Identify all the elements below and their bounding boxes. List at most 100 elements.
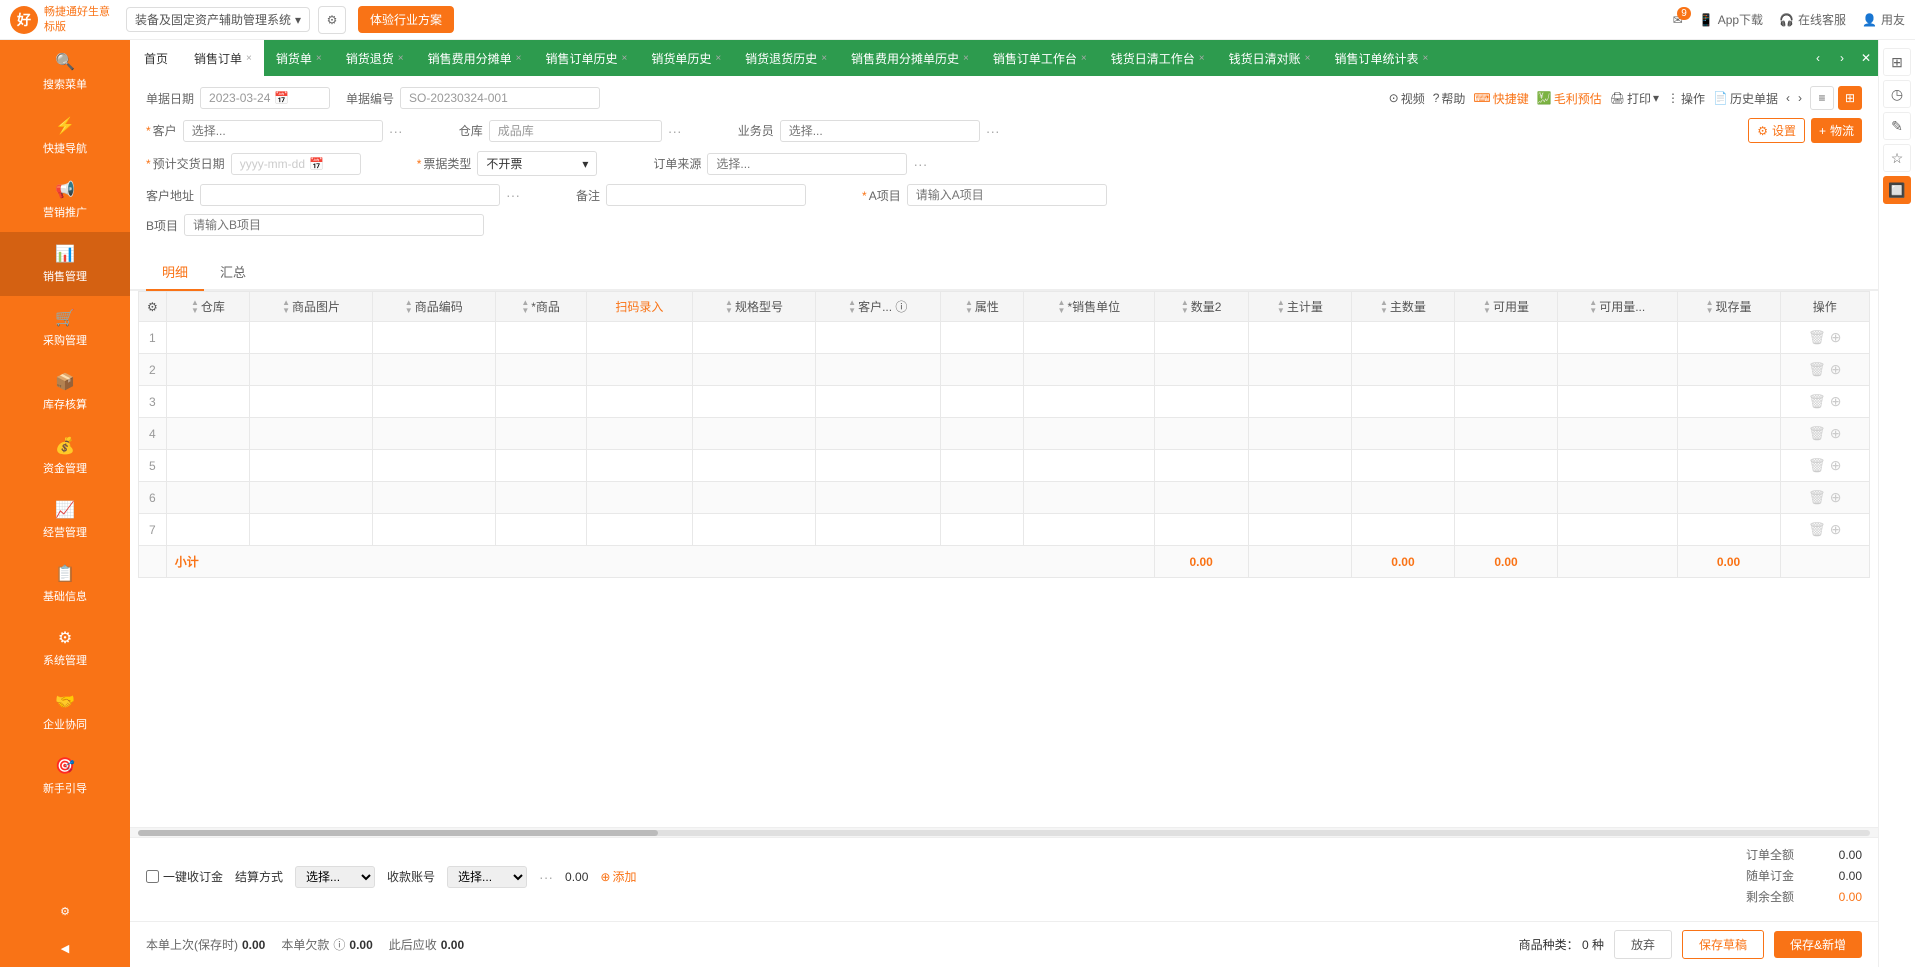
salesperson-dots-btn[interactable]: ··· [986, 123, 1000, 139]
delete-row-icon[interactable]: 🗑 [1808, 521, 1826, 537]
order-source-dots-btn[interactable]: ··· [913, 156, 927, 172]
panel-icon-3[interactable]: ✎ [1883, 112, 1911, 140]
industry-button[interactable]: 体验行业方案 [358, 6, 454, 33]
horizontal-scrollbar[interactable] [130, 827, 1878, 837]
nav-prev-arrow[interactable]: ‹ [1806, 40, 1830, 76]
copy-row-icon[interactable]: ⊕ [1830, 393, 1842, 409]
customer-addr-input[interactable] [200, 184, 500, 206]
scrollbar-thumb[interactable] [138, 830, 658, 836]
sidebar-item-enterprise[interactable]: 🤝 企业协同 [0, 680, 130, 744]
note-input[interactable] [606, 184, 806, 206]
delete-row-icon[interactable]: 🗑 [1808, 393, 1826, 409]
print-btn[interactable]: 🖨 打印 ▾ [1610, 86, 1659, 110]
sidebar-settings-bottom[interactable]: ⚙ [0, 893, 130, 930]
customer-input[interactable] [183, 120, 383, 142]
warehouse-input[interactable] [489, 120, 662, 142]
one-click-checkbox[interactable]: 一键收订金 [146, 868, 223, 885]
close-icon[interactable]: × [516, 53, 522, 64]
close-icon[interactable]: × [821, 53, 827, 64]
close-icon[interactable]: × [1305, 53, 1311, 64]
th-settings[interactable]: ⚙ [139, 292, 167, 322]
panel-icon-2[interactable]: ◷ [1883, 80, 1911, 108]
warehouse-dots-btn[interactable]: ··· [668, 123, 682, 139]
date-input[interactable]: 2023-03-24 📅 [200, 87, 330, 109]
history-btn[interactable]: 📄 历史单据 [1713, 86, 1778, 110]
order-source-input[interactable] [707, 153, 907, 175]
profit-btn[interactable]: 💹 毛利预估 [1537, 86, 1602, 110]
tab-daily-reconcile[interactable]: 钱货日清对账 × [1217, 40, 1323, 76]
payment-method-select[interactable]: 选择... [295, 866, 375, 888]
close-icon[interactable]: × [1199, 53, 1205, 64]
tab-order-workbench[interactable]: 销售订单工作台 × [981, 40, 1099, 76]
close-icon[interactable]: × [715, 53, 721, 64]
delete-row-icon[interactable]: 🗑 [1808, 425, 1826, 441]
customer-dots-btn[interactable]: ··· [389, 123, 403, 139]
delete-row-icon[interactable]: 🗑 [1808, 457, 1826, 473]
close-icon[interactable]: × [1422, 53, 1428, 64]
tab-stats[interactable]: 销售订单统计表 × [1322, 40, 1440, 76]
tab-daily-workbench[interactable]: 钱货日清工作台 × [1099, 40, 1217, 76]
tab-invoice-history[interactable]: 销货单历史 × [639, 40, 733, 76]
add-logistics-btn[interactable]: + 物流 [1811, 118, 1862, 143]
tab-return-history[interactable]: 销货退货历史 × [733, 40, 839, 76]
panel-icon-4[interactable]: ☆ [1883, 144, 1911, 172]
delete-row-icon[interactable]: 🗑 [1808, 489, 1826, 505]
sidebar-collapse[interactable]: ◀ [0, 930, 130, 967]
tab-order-history[interactable]: 销售订单历史 × [533, 40, 639, 76]
panel-icon-5[interactable]: 🔲 [1883, 176, 1911, 204]
nav-page-prev[interactable]: ‹ [1786, 86, 1790, 110]
help-btn[interactable]: ? 帮助 [1433, 86, 1466, 110]
nav-page-next[interactable]: › [1798, 86, 1802, 110]
sidebar-item-sales[interactable]: 📊 销售管理 [0, 232, 130, 296]
sidebar-item-inventory[interactable]: 📦 库存核算 [0, 360, 130, 424]
sidebar-item-operations[interactable]: 📈 经营管理 [0, 488, 130, 552]
system-selector[interactable]: 装备及固定资产辅助管理系统 ▾ [126, 7, 310, 32]
one-click-check[interactable] [146, 870, 159, 883]
tab-sales-order[interactable]: 销售订单 × [182, 40, 264, 76]
sidebar-item-system[interactable]: ⚙ 系统管理 [0, 616, 130, 680]
addr-dots-btn[interactable]: ··· [506, 187, 520, 203]
bank-account-select[interactable]: 选择... [447, 866, 527, 888]
close-icon[interactable]: × [963, 53, 969, 64]
copy-row-icon[interactable]: ⊕ [1830, 329, 1842, 345]
invoice-type-select[interactable]: 不开票 ▾ [477, 151, 597, 176]
operation-btn[interactable]: ⋮ 操作 [1667, 86, 1705, 110]
tab-detail[interactable]: 明细 [146, 254, 204, 291]
sidebar-item-search[interactable]: 🔍 搜索菜单 [0, 40, 130, 104]
sidebar-item-purchase[interactable]: 🛒 采购管理 [0, 296, 130, 360]
close-icon[interactable]: × [316, 53, 322, 64]
online-service[interactable]: 🎧 在线客服 [1779, 11, 1846, 28]
settings-float-btn[interactable]: ⚙ 设置 [1748, 118, 1805, 143]
copy-row-icon[interactable]: ⊕ [1830, 457, 1842, 473]
copy-row-icon[interactable]: ⊕ [1830, 489, 1842, 505]
order-no-input[interactable] [400, 87, 600, 109]
sidebar-item-finance[interactable]: 💰 资金管理 [0, 424, 130, 488]
sidebar-item-quick-nav[interactable]: ⚡ 快捷导航 [0, 104, 130, 168]
sidebar-item-guide[interactable]: 🎯 新手引导 [0, 744, 130, 808]
tab-home[interactable]: 首页 [130, 40, 182, 76]
nav-next-arrow[interactable]: › [1830, 40, 1854, 76]
salesperson-input[interactable] [780, 120, 980, 142]
sidebar-item-basic-info[interactable]: 📋 基础信息 [0, 552, 130, 616]
tab-summary[interactable]: 汇总 [204, 254, 262, 291]
bank-dots-btn[interactable]: ··· [539, 869, 553, 885]
discard-button[interactable]: 放弃 [1614, 930, 1672, 959]
nav-close-all[interactable]: ✕ [1854, 40, 1878, 76]
save-new-button[interactable]: 保存&新增 [1774, 931, 1862, 958]
settings-button[interactable]: ⚙ [318, 6, 346, 34]
tab-sales-invoice[interactable]: 销货单 × [264, 40, 334, 76]
shortcut-btn[interactable]: ⌨ 快捷键 [1473, 86, 1528, 110]
b-project-input[interactable] [184, 214, 484, 236]
app-download[interactable]: 📱 App下载 [1699, 11, 1763, 28]
copy-row-icon[interactable]: ⊕ [1830, 521, 1842, 537]
a-project-input[interactable] [907, 184, 1107, 206]
view-btn[interactable]: ⊙ 视频 [1389, 86, 1425, 110]
notification-area[interactable]: ✉ 9 [1673, 13, 1683, 27]
user-menu[interactable]: 👤 用友 [1862, 11, 1905, 28]
save-draft-button[interactable]: 保存草稿 [1682, 930, 1764, 959]
close-icon[interactable]: × [1081, 53, 1087, 64]
tab-sales-return[interactable]: 销货退货 × [334, 40, 416, 76]
tab-expense-history[interactable]: 销售费用分摊单历史 × [839, 40, 981, 76]
delivery-date-input[interactable]: yyyy-mm-dd 📅 [231, 153, 361, 175]
grid-view-icon[interactable]: ⊞ [1838, 86, 1862, 110]
